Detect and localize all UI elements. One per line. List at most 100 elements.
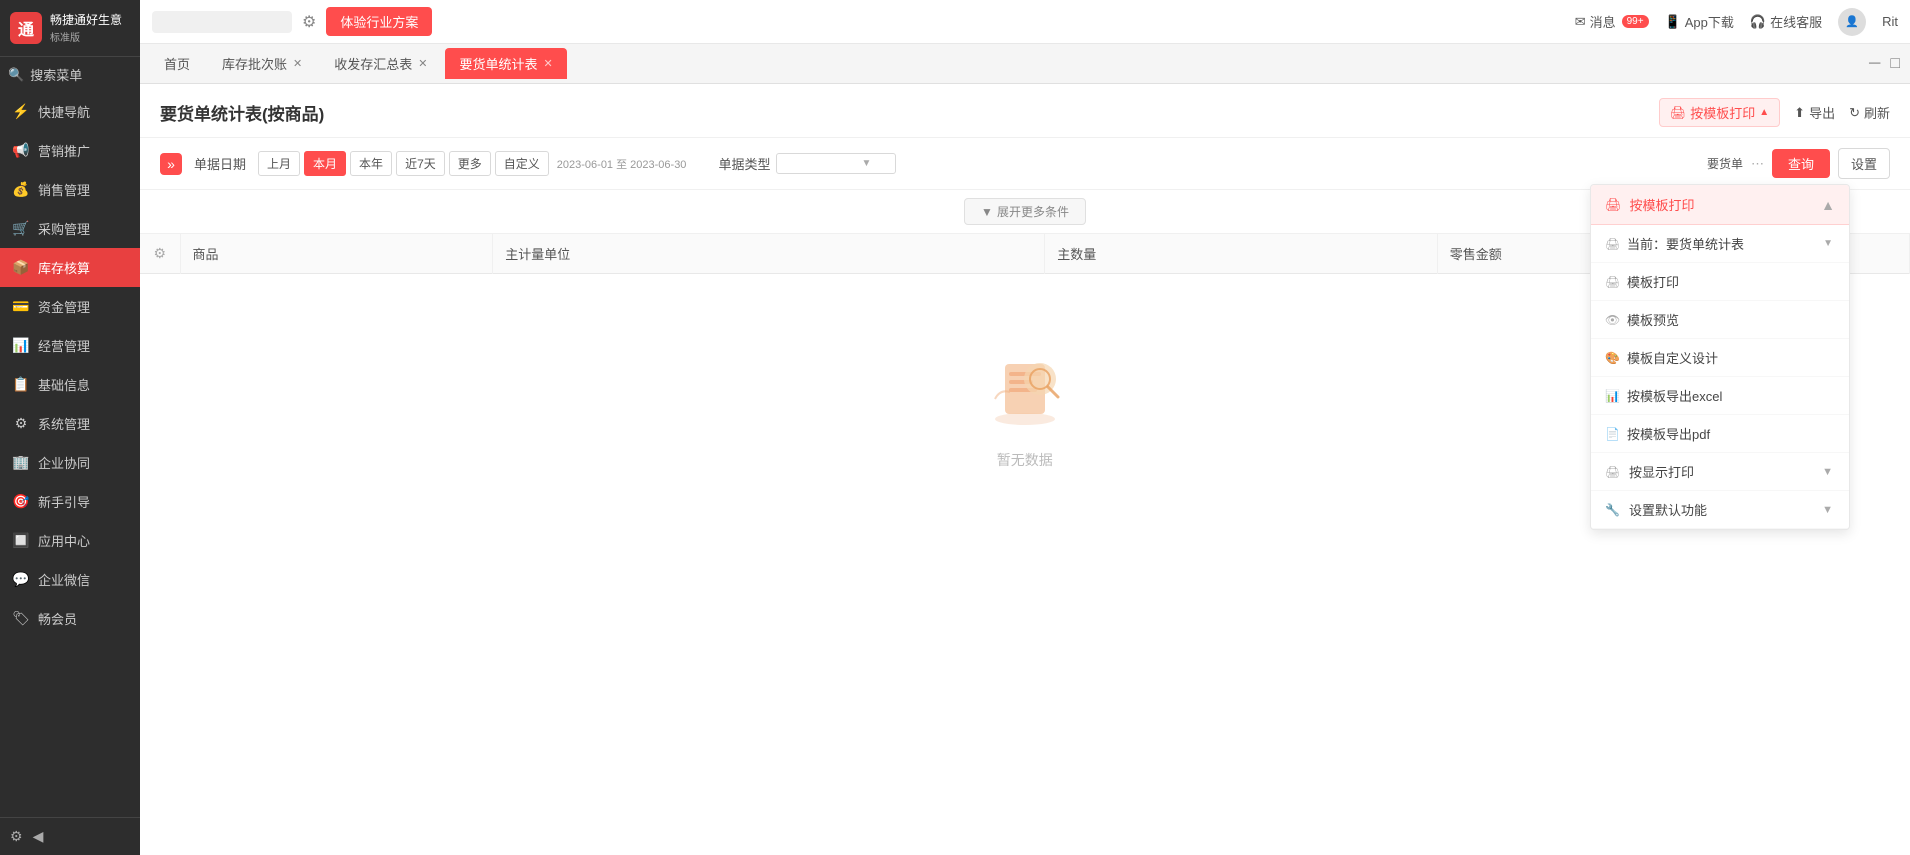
date-btn-last-month[interactable]: 上月 bbox=[258, 151, 300, 176]
dropdown-item-display-print[interactable]: 🖨 按显示打印 ▼ bbox=[1591, 453, 1849, 491]
online-service-action[interactable]: 🎧 在线客服 bbox=[1750, 12, 1822, 31]
dropdown-current-item[interactable]: 🖨 当前：要货单统计表 ▼ bbox=[1591, 225, 1849, 263]
quick-nav-icon: ⚡ bbox=[12, 103, 30, 120]
sidebar-item-finance[interactable]: 💳 资金管理 bbox=[0, 287, 140, 326]
sidebar-item-newbie[interactable]: 🎯 新手引导 bbox=[0, 482, 140, 521]
sidebar: 通 畅捷通好生意 标准版 🔍 搜索菜单 ⚡ 快捷导航 📢 营销推广 💰 销售管理… bbox=[0, 0, 140, 855]
tab-order-stats-label: 要货单统计表 bbox=[459, 54, 537, 73]
table-header-goods: 商品 bbox=[180, 234, 493, 274]
sidebar-item-system[interactable]: ⚙ 系统管理 bbox=[0, 404, 140, 443]
app-download-action[interactable]: 📱 App下载 bbox=[1665, 12, 1734, 31]
date-btn-last-7-days[interactable]: 近7天 bbox=[396, 151, 445, 176]
date-btn-custom[interactable]: 自定义 bbox=[495, 151, 549, 176]
sidebar-item-sales[interactable]: 💰 销售管理 bbox=[0, 170, 140, 209]
export-pdf-icon: 📄 bbox=[1605, 427, 1620, 441]
enterprise-icon: 🏢 bbox=[12, 454, 30, 471]
filter-right: 要货单 ⋯ 查询 设置 bbox=[1707, 148, 1890, 179]
page-content: 要货单统计表(按商品) 🖨 按模板打印 ▲ ⬆ 导出 ↻ 刷新 » bbox=[140, 84, 1910, 855]
refresh-btn[interactable]: ↻ 刷新 bbox=[1849, 103, 1890, 122]
settings-btn[interactable]: 设置 bbox=[1838, 148, 1890, 179]
sidebar-item-label: 应用中心 bbox=[38, 531, 90, 550]
type-select-box[interactable]: ▼ bbox=[776, 153, 896, 174]
export-pdf-label: 按模板导出pdf bbox=[1627, 424, 1710, 443]
tab-inventory-batch-close[interactable]: ✕ bbox=[293, 57, 302, 70]
sidebar-item-label: 系统管理 bbox=[38, 414, 90, 433]
sidebar-collapse-icon[interactable]: ◀ bbox=[33, 828, 44, 845]
sidebar-item-appstore[interactable]: 🔲 应用中心 bbox=[0, 521, 140, 560]
sidebar-item-label: 资金管理 bbox=[38, 297, 90, 316]
filter-bar: » 单据日期 上月 本月 本年 近7天 更多 自定义 2023-06-01 至 … bbox=[140, 138, 1910, 190]
inventory-icon: 📦 bbox=[12, 259, 30, 276]
date-filter-label: 单据日期 bbox=[194, 154, 246, 173]
print-template-btn[interactable]: 🖨 按模板打印 ▲ bbox=[1659, 98, 1780, 127]
template-design-label: 模板自定义设计 bbox=[1627, 348, 1718, 367]
empty-text: 暂无数据 bbox=[997, 450, 1053, 470]
sidebar-item-member[interactable]: 🏷 畅会员 bbox=[0, 599, 140, 638]
sidebar-settings-icon[interactable]: ⚙ bbox=[10, 828, 23, 845]
sidebar-item-inventory[interactable]: 📦 库存核算 bbox=[0, 248, 140, 287]
empty-illustration bbox=[975, 334, 1075, 434]
expand-more-btn[interactable]: ▼ 展开更多条件 bbox=[964, 198, 1086, 225]
dropdown-item-template-preview[interactable]: 👁 模板预览 bbox=[1591, 301, 1849, 339]
app-logo-text: 畅捷通好生意 标准版 bbox=[50, 12, 122, 44]
dropdown-item-template-design[interactable]: 🎨 模板自定义设计 bbox=[1591, 339, 1849, 377]
user-avatar[interactable]: 👤 bbox=[1838, 8, 1866, 36]
date-btn-current-year[interactable]: 本年 bbox=[350, 151, 392, 176]
date-btn-current-month[interactable]: 本月 bbox=[304, 151, 346, 176]
date-buttons: 上月 本月 本年 近7天 更多 自定义 2023-06-01 至 2023-06… bbox=[258, 151, 686, 176]
search-icon: 🔍 bbox=[8, 67, 24, 83]
filter-expand-btn[interactable]: » bbox=[160, 153, 182, 175]
export-icon: ⬆ bbox=[1794, 105, 1805, 121]
dropdown-header: 🖨 按模板打印 ▲ bbox=[1591, 185, 1849, 225]
window-minimize-icon[interactable]: ─ bbox=[1869, 55, 1880, 73]
tab-inventory-batch[interactable]: 库存批次账 ✕ bbox=[208, 48, 316, 79]
sidebar-item-label: 采购管理 bbox=[38, 219, 90, 238]
breadcrumb-input[interactable] bbox=[152, 11, 292, 33]
tab-revenue-summary[interactable]: 收发存汇总表 ✕ bbox=[320, 48, 441, 79]
online-service-label: 在线客服 bbox=[1770, 12, 1822, 31]
app-download-label: App下载 bbox=[1685, 12, 1734, 31]
current-item-arrow: ▼ bbox=[1823, 238, 1833, 249]
dropdown-item-export-excel[interactable]: 📊 按模板导出excel bbox=[1591, 377, 1849, 415]
dropdown-close-icon[interactable]: ▲ bbox=[1821, 197, 1835, 213]
dropdown-item-set-default[interactable]: 🔧 设置默认功能 ▼ bbox=[1591, 491, 1849, 529]
tab-revenue-summary-close[interactable]: ✕ bbox=[418, 57, 427, 70]
dropdown-item-template-print[interactable]: 🖨 模板打印 bbox=[1591, 263, 1849, 301]
query-btn[interactable]: 查询 bbox=[1772, 149, 1830, 178]
table-settings-icon[interactable]: ⚙ bbox=[153, 245, 166, 261]
sidebar-bottom: ⚙ ◀ bbox=[0, 817, 140, 855]
current-item-icon: 🖨 bbox=[1605, 237, 1620, 251]
sidebar-search-label: 搜索菜单 bbox=[30, 65, 82, 84]
dropdown-item-export-pdf[interactable]: 📄 按模板导出pdf bbox=[1591, 415, 1849, 453]
sidebar-item-operations[interactable]: 📊 经营管理 bbox=[0, 326, 140, 365]
sidebar-item-marketing[interactable]: 📢 营销推广 bbox=[0, 131, 140, 170]
table-header-settings[interactable]: ⚙ bbox=[140, 234, 180, 274]
sidebar-item-quick-nav[interactable]: ⚡ 快捷导航 bbox=[0, 92, 140, 131]
sidebar-search[interactable]: 🔍 搜索菜单 bbox=[0, 57, 140, 92]
export-btn[interactable]: ⬆ 导出 bbox=[1794, 103, 1835, 122]
sidebar-item-purchase[interactable]: 🛒 采购管理 bbox=[0, 209, 140, 248]
sidebar-item-wechat[interactable]: 💬 企业微信 bbox=[0, 560, 140, 599]
sidebar-item-enterprise[interactable]: 🏢 企业协同 bbox=[0, 443, 140, 482]
set-default-arrow: ▼ bbox=[1822, 504, 1833, 516]
type-filter-label: 单据类型 bbox=[718, 154, 770, 173]
template-preview-label: 模板预览 bbox=[1627, 310, 1679, 329]
trial-btn[interactable]: 体验行业方案 bbox=[326, 7, 432, 36]
sidebar-item-label: 库存核算 bbox=[38, 258, 90, 277]
messages-action[interactable]: ✉ 消息 99+ bbox=[1575, 12, 1649, 31]
filter-more-icon[interactable]: ⋯ bbox=[1751, 156, 1764, 172]
printer-icon: 🖨 bbox=[1670, 105, 1687, 121]
tab-order-stats-close[interactable]: ✕ bbox=[544, 57, 553, 70]
member-icon: 🏷 bbox=[12, 610, 30, 627]
tab-home[interactable]: 首页 bbox=[150, 48, 204, 79]
dropdown-print-icon: 🖨 bbox=[1605, 197, 1622, 213]
tab-order-stats[interactable]: 要货单统计表 ✕ bbox=[445, 48, 566, 79]
user-avatar-placeholder: 👤 bbox=[1845, 15, 1859, 28]
sidebar-item-basic[interactable]: 📋 基础信息 bbox=[0, 365, 140, 404]
tab-inventory-batch-label: 库存批次账 bbox=[222, 54, 287, 73]
date-btn-more[interactable]: 更多 bbox=[449, 151, 491, 176]
set-default-icon: 🔧 bbox=[1605, 503, 1620, 517]
header-gear-icon[interactable]: ⚙ bbox=[302, 12, 316, 32]
window-maximize-icon[interactable]: □ bbox=[1890, 55, 1900, 73]
export-label: 导出 bbox=[1809, 103, 1835, 122]
